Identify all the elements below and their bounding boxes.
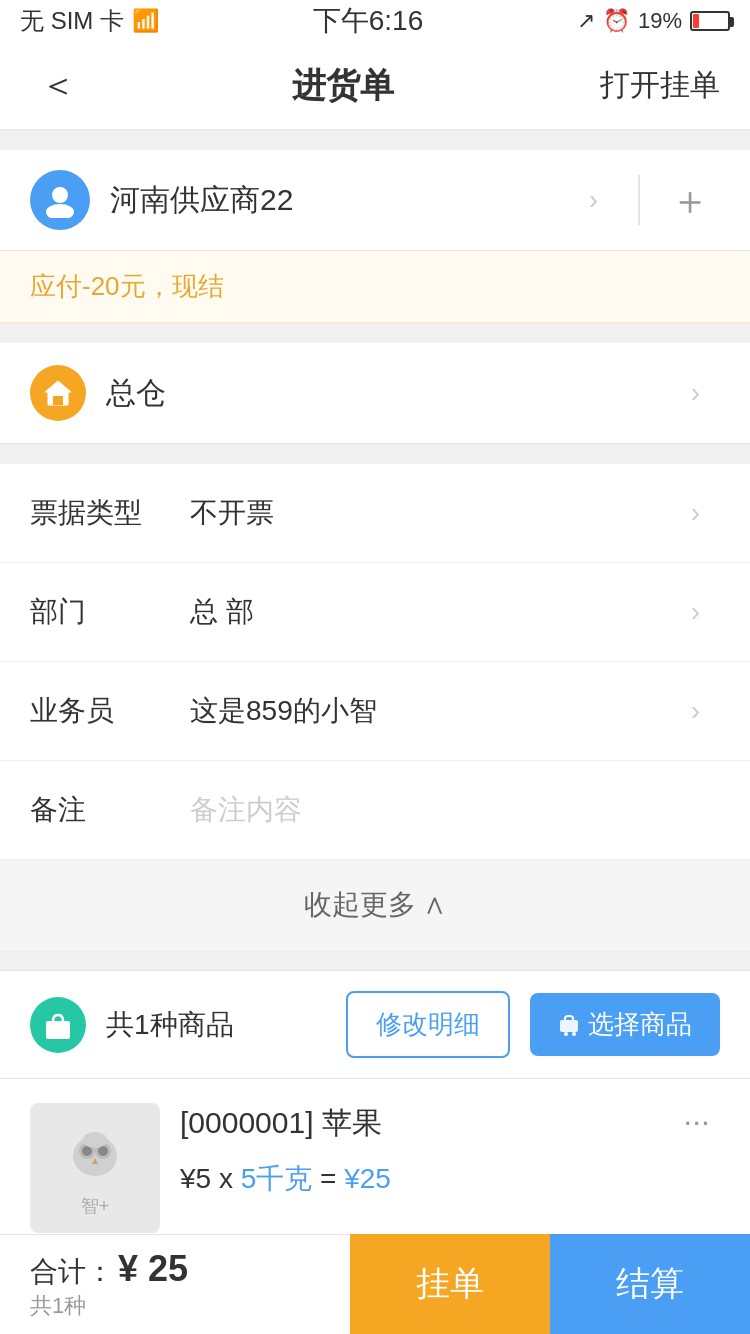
invoice-label: 票据类型 — [30, 494, 190, 532]
product-details: [0000001] 苹果 ¥5 x 5千克 = ¥25 — [180, 1103, 653, 1198]
total-count: 共1种 — [30, 1291, 320, 1321]
product-count: 共1种商品 — [106, 1006, 326, 1044]
product-name: [0000001] 苹果 — [180, 1103, 653, 1144]
svg-point-7 — [572, 1032, 576, 1036]
open-pending-button[interactable]: 打开挂单 — [600, 65, 720, 106]
product-more-button[interactable]: ··· — [673, 1103, 720, 1140]
svg-point-11 — [82, 1146, 92, 1156]
bottom-bar: 合计： ¥ 25 共1种 挂单 结算 — [0, 1234, 750, 1334]
mid-divider-3 — [0, 950, 750, 970]
info-banner: 应付-20元，现结 — [0, 251, 750, 323]
department-label: 部门 — [30, 593, 190, 631]
supplier-chevron-icon: › — [589, 184, 598, 216]
edit-details-button[interactable]: 修改明细 — [346, 991, 510, 1058]
remark-label: 备注 — [30, 791, 190, 829]
warehouse-icon — [30, 365, 86, 421]
warehouse-chevron-icon: › — [691, 377, 700, 409]
supplier-avatar — [30, 170, 90, 230]
svg-rect-3 — [53, 396, 63, 405]
battery-icon — [690, 11, 730, 31]
invoice-value: 不开票 — [190, 494, 691, 532]
quantity: 5千克 — [241, 1163, 313, 1194]
page-title: 进货单 — [292, 63, 394, 109]
total-amount: ¥ 25 — [118, 1248, 188, 1290]
invoice-chevron-icon: › — [691, 497, 700, 529]
invoice-row[interactable]: 票据类型 不开票 › — [0, 464, 750, 563]
salesperson-value: 这是859的小智 — [190, 692, 691, 730]
back-button[interactable]: ＜ — [30, 51, 86, 120]
department-row[interactable]: 部门 总 部 › — [0, 563, 750, 662]
svg-point-1 — [46, 204, 74, 218]
mid-divider-1 — [0, 323, 750, 343]
product-thumbnail: 智+ — [30, 1103, 160, 1233]
status-right: ↗ ⏰ 19% — [577, 8, 730, 34]
alarm-icon: ⏰ — [603, 8, 630, 34]
product-item: 智+ [0000001] 苹果 ¥5 x 5千克 = ¥25 ··· — [0, 1079, 750, 1258]
supplier-divider — [638, 175, 640, 225]
subtotal: ¥25 — [344, 1163, 391, 1194]
equals: = — [312, 1163, 344, 1194]
collapse-button[interactable]: 收起更多 ∧ — [0, 860, 750, 950]
select-product-button[interactable]: 选择商品 — [530, 993, 720, 1056]
total-section: 合计： ¥ 25 共1种 — [0, 1234, 350, 1334]
pending-button[interactable]: 挂单 — [350, 1234, 550, 1334]
remark-input[interactable]: 备注内容 — [190, 791, 720, 829]
add-supplier-button[interactable]: ＋ — [660, 173, 720, 228]
department-chevron-icon: › — [691, 596, 700, 628]
home-icon — [43, 378, 73, 408]
total-label: 合计： — [30, 1253, 114, 1291]
product-price: ¥5 x 5千克 = ¥25 — [180, 1160, 653, 1198]
status-bar: 无 SIM 卡 📶 下午6:16 ↗ ⏰ 19% — [0, 0, 750, 42]
status-time: 下午6:16 — [313, 2, 424, 40]
carrier-label: 无 SIM 卡 — [20, 5, 124, 37]
info-text: 应付-20元，现结 — [30, 271, 224, 301]
nav-bar: ＜ 进货单 打开挂单 — [0, 42, 750, 130]
svg-rect-5 — [560, 1020, 578, 1032]
product-title: 苹果 — [322, 1106, 382, 1139]
product-icon — [30, 997, 86, 1053]
product-header: 共1种商品 修改明细 选择商品 — [0, 970, 750, 1079]
person-icon — [42, 182, 78, 218]
svg-point-6 — [564, 1032, 568, 1036]
status-left: 无 SIM 卡 📶 — [20, 5, 159, 37]
owl-logo: 智+ — [60, 1118, 130, 1218]
owl-icon — [60, 1118, 130, 1188]
salesperson-row[interactable]: 业务员 这是859的小智 › — [0, 662, 750, 761]
warehouse-row[interactable]: 总仓 › — [0, 343, 750, 444]
location-icon: ↗ — [577, 8, 595, 34]
unit-price: ¥5 x — [180, 1163, 241, 1194]
remark-row[interactable]: 备注 备注内容 — [0, 761, 750, 860]
top-divider — [0, 130, 750, 150]
checkout-button[interactable]: 结算 — [550, 1234, 750, 1334]
supplier-row[interactable]: 河南供应商22 › ＋ — [0, 150, 750, 251]
svg-point-14 — [83, 1132, 107, 1148]
mid-divider-2 — [0, 444, 750, 464]
department-value: 总 部 — [190, 593, 691, 631]
cart-icon — [558, 1014, 580, 1036]
salesperson-label: 业务员 — [30, 692, 190, 730]
shopping-bag-icon — [42, 1009, 74, 1041]
salesperson-chevron-icon: › — [691, 695, 700, 727]
supplier-name: 河南供应商22 — [110, 180, 589, 221]
select-product-label: 选择商品 — [588, 1007, 692, 1042]
battery-percent: 19% — [638, 8, 682, 34]
brand-label: 智+ — [60, 1194, 130, 1218]
wifi-icon: 📶 — [132, 8, 159, 34]
warehouse-name: 总仓 — [106, 373, 691, 414]
product-id: [0000001] — [180, 1106, 322, 1139]
svg-point-12 — [98, 1146, 108, 1156]
svg-point-0 — [52, 187, 68, 203]
svg-rect-4 — [46, 1021, 70, 1039]
